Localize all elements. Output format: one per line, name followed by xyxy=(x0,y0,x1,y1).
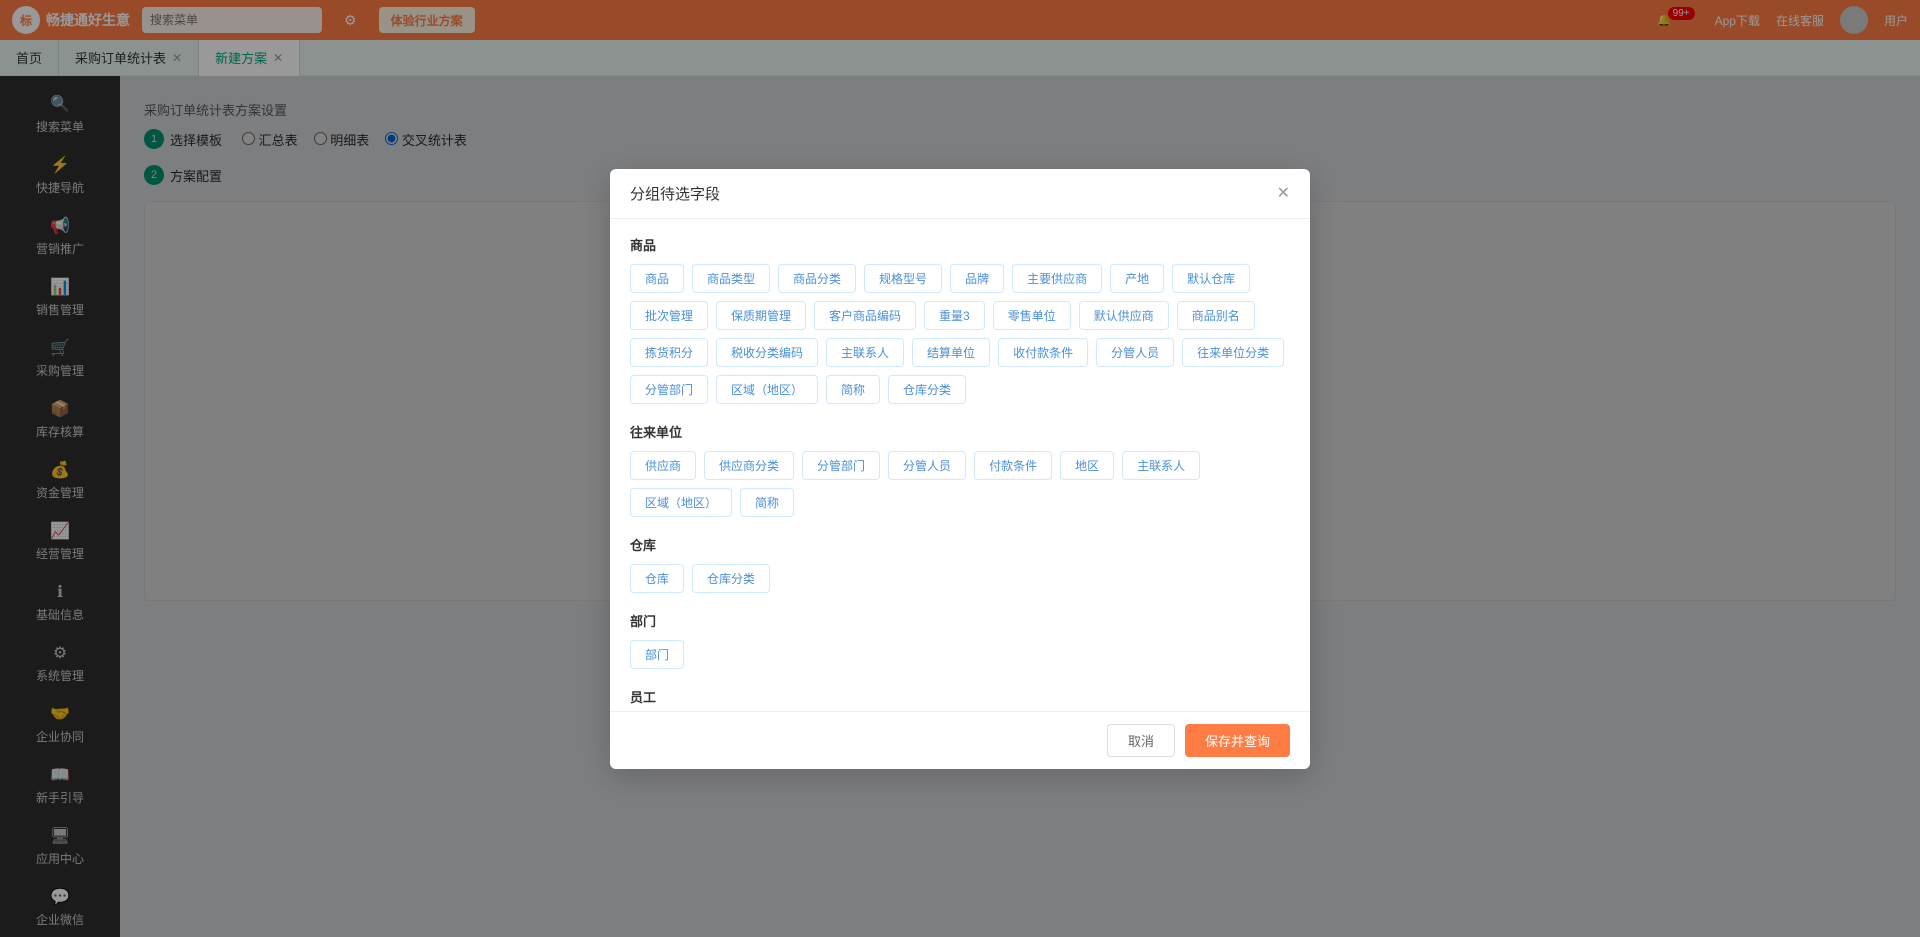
section-warehouse: 仓库 仓库 仓库分类 xyxy=(630,535,1290,593)
section-product-title: 商品 xyxy=(630,235,1290,254)
section-employee-title: 员工 xyxy=(630,687,1290,706)
field-main-supplier[interactable]: 主要供应商 xyxy=(1012,264,1102,293)
field-spec-model[interactable]: 规格型号 xyxy=(864,264,942,293)
warehouse-fields: 仓库 仓库分类 xyxy=(630,564,1290,593)
field-partner-category[interactable]: 往来单位分类 xyxy=(1182,338,1284,367)
field-customer-code[interactable]: 客户商品编码 xyxy=(814,301,916,330)
modal-field-selector: 分组待选字段 ✕ 商品 商品 商品类型 商品分类 规格型号 品牌 主要供应商 产… xyxy=(610,169,1310,769)
section-product: 商品 商品 商品类型 商品分类 规格型号 品牌 主要供应商 产地 默认仓库 批次… xyxy=(630,235,1290,404)
field-settlement-unit[interactable]: 结算单位 xyxy=(912,338,990,367)
field-warehouse[interactable]: 仓库 xyxy=(630,564,684,593)
product-fields: 商品 商品类型 商品分类 规格型号 品牌 主要供应商 产地 默认仓库 批次管理 … xyxy=(630,264,1290,404)
section-employee: 员工 业务员 xyxy=(630,687,1290,711)
field-pick-points[interactable]: 拣货积分 xyxy=(630,338,708,367)
dept-fields: 部门 xyxy=(630,640,1290,669)
field-dept[interactable]: 分管部门 xyxy=(630,375,708,404)
field-product-category[interactable]: 商品分类 xyxy=(778,264,856,293)
section-partner-title: 往来单位 xyxy=(630,422,1290,441)
field-warehouse-cat[interactable]: 仓库分类 xyxy=(692,564,770,593)
field-abbr[interactable]: 简称 xyxy=(826,375,880,404)
modal-footer: 取消 保存并查询 xyxy=(610,711,1310,769)
field-product-type[interactable]: 商品类型 xyxy=(692,264,770,293)
field-supplier[interactable]: 供应商 xyxy=(630,451,696,480)
modal-header: 分组待选字段 ✕ xyxy=(610,169,1310,219)
field-retail-unit[interactable]: 零售单位 xyxy=(993,301,1071,330)
field-product[interactable]: 商品 xyxy=(630,264,684,293)
field-tax-code[interactable]: 税收分类编码 xyxy=(716,338,818,367)
field-origin[interactable]: 产地 xyxy=(1110,264,1164,293)
field-main-contact[interactable]: 主联系人 xyxy=(826,338,904,367)
section-department: 部门 部门 xyxy=(630,611,1290,669)
modal-close-button[interactable]: ✕ xyxy=(1277,183,1290,203)
field-supplier-category[interactable]: 供应商分类 xyxy=(704,451,794,480)
modal-body: 商品 商品 商品类型 商品分类 规格型号 品牌 主要供应商 产地 默认仓库 批次… xyxy=(610,219,1310,711)
section-partner: 往来单位 供应商 供应商分类 分管部门 分管人员 付款条件 地区 主联系人 区域… xyxy=(630,422,1290,517)
field-manager[interactable]: 分管人员 xyxy=(1096,338,1174,367)
field-department[interactable]: 部门 xyxy=(630,640,684,669)
field-dept2[interactable]: 分管部门 xyxy=(802,451,880,480)
section-dept-title: 部门 xyxy=(630,611,1290,630)
field-payment-cond[interactable]: 付款条件 xyxy=(974,451,1052,480)
field-area[interactable]: 地区 xyxy=(1060,451,1114,480)
field-payment-terms[interactable]: 收付款条件 xyxy=(998,338,1088,367)
field-region2[interactable]: 区域（地区） xyxy=(630,488,732,517)
field-expiry-mgmt[interactable]: 保质期管理 xyxy=(716,301,806,330)
field-weight3[interactable]: 重量3 xyxy=(924,301,985,330)
field-default-warehouse[interactable]: 默认仓库 xyxy=(1172,264,1250,293)
cancel-button[interactable]: 取消 xyxy=(1107,724,1175,757)
field-contact2[interactable]: 主联系人 xyxy=(1122,451,1200,480)
modal-backdrop: 分组待选字段 ✕ 商品 商品 商品类型 商品分类 规格型号 品牌 主要供应商 产… xyxy=(0,0,1920,937)
field-person2[interactable]: 分管人员 xyxy=(888,451,966,480)
field-abbr2[interactable]: 简称 xyxy=(740,488,794,517)
field-brand[interactable]: 品牌 xyxy=(950,264,1004,293)
field-default-supplier[interactable]: 默认供应商 xyxy=(1079,301,1169,330)
field-batch-mgmt[interactable]: 批次管理 xyxy=(630,301,708,330)
field-product-alias[interactable]: 商品别名 xyxy=(1177,301,1255,330)
field-region[interactable]: 区域（地区） xyxy=(716,375,818,404)
save-button[interactable]: 保存并查询 xyxy=(1185,724,1290,757)
modal-title: 分组待选字段 xyxy=(630,183,720,204)
section-warehouse-title: 仓库 xyxy=(630,535,1290,554)
partner-fields: 供应商 供应商分类 分管部门 分管人员 付款条件 地区 主联系人 区域（地区） … xyxy=(630,451,1290,517)
field-warehouse-category[interactable]: 仓库分类 xyxy=(888,375,966,404)
